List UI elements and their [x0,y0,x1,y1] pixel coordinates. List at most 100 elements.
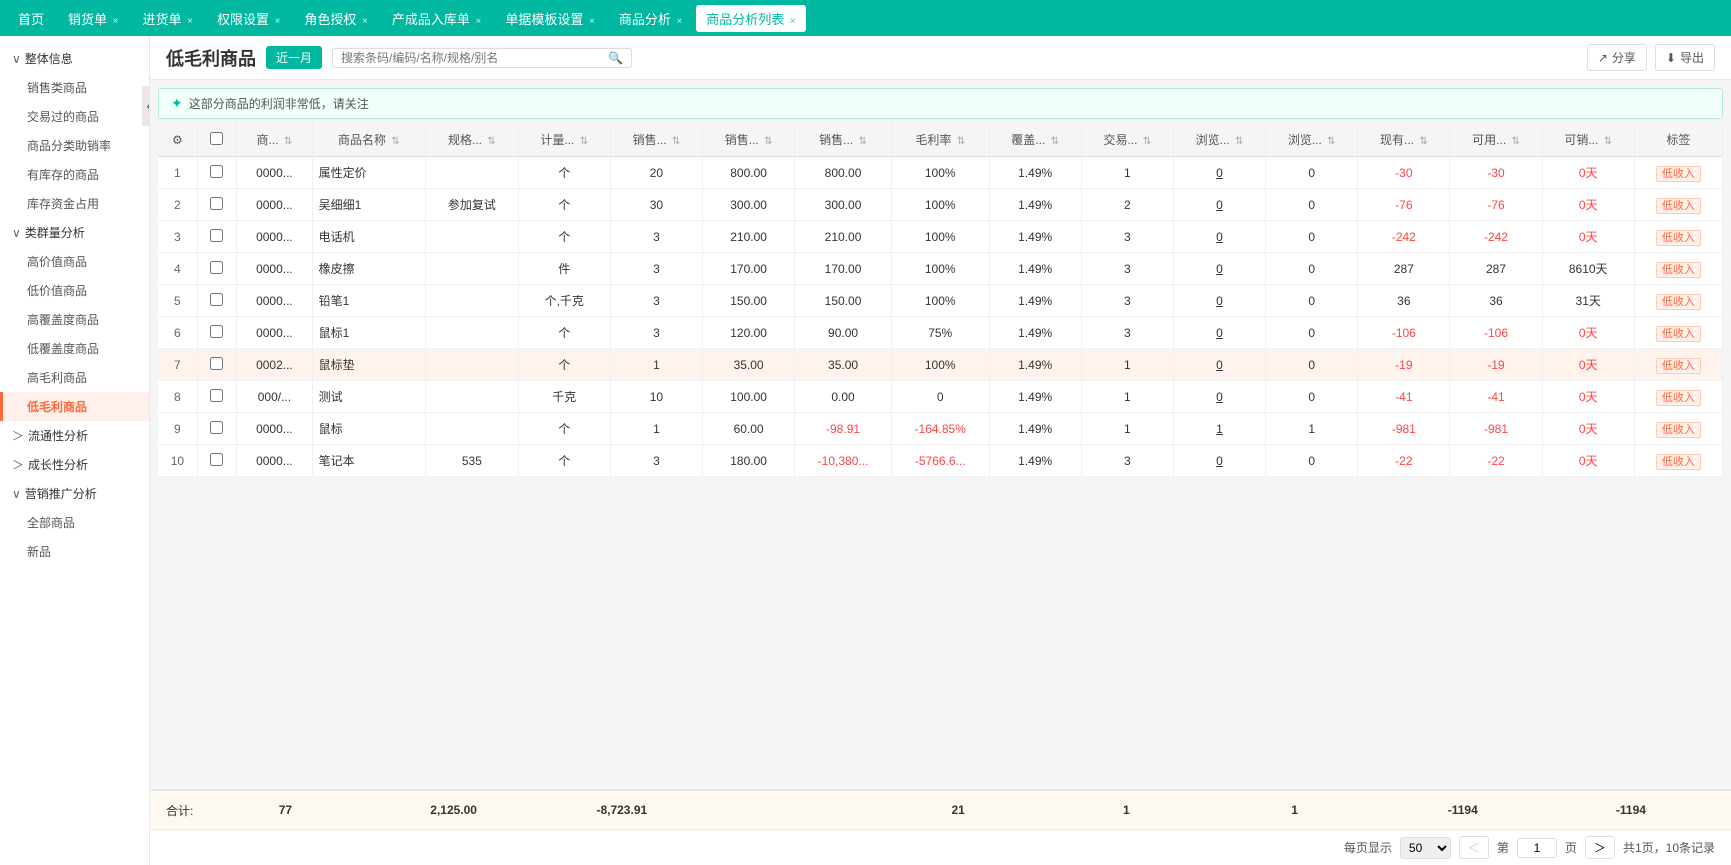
search-input[interactable] [341,51,608,65]
cell-name[interactable]: 属性定价 [312,157,425,189]
close-icon[interactable]: × [676,16,682,27]
cell-name[interactable]: 测试 [312,381,425,413]
share-button[interactable]: ↗ 分享 [1587,44,1647,71]
row-checkbox[interactable] [210,453,223,466]
cell-name[interactable]: 鼠标垫 [312,349,425,381]
col-sales-qty[interactable]: 销售... ⇅ [610,123,702,157]
col-sellable[interactable]: 可销... ⇅ [1542,123,1634,157]
nav-item-roles[interactable]: 角色授权 × [294,5,377,32]
cell-view1[interactable]: 0 [1173,445,1265,477]
cell-view1[interactable]: 0 [1173,253,1265,285]
cell-view1[interactable]: 0 [1173,317,1265,349]
sidebar-item-all-goods[interactable]: 全部商品 [0,508,149,537]
nav-item-analysis[interactable]: 商品分析 × [609,5,692,32]
sidebar-item-high-value[interactable]: 高价值商品 [0,247,149,276]
nav-item-products[interactable]: 产成品入库单 × [382,5,491,32]
close-icon[interactable]: × [187,16,193,27]
cell-name[interactable]: 鼠标1 [312,317,425,349]
cell-checkbox[interactable] [197,317,236,349]
col-sales-price[interactable]: 销售... ⇅ [703,123,795,157]
row-checkbox[interactable] [210,261,223,274]
cell-name[interactable]: 吴细细1 [312,189,425,221]
row-checkbox[interactable] [210,421,223,434]
sidebar-group-cluster[interactable]: ∨ 类群量分析 [0,218,149,247]
cell-checkbox[interactable] [197,157,236,189]
col-trade[interactable]: 交易... ⇅ [1081,123,1173,157]
page-number-input[interactable] [1517,838,1557,858]
close-icon[interactable]: × [362,16,368,27]
nav-item-purchase[interactable]: 进货单 × [132,5,202,32]
col-code[interactable]: 商... ⇅ [237,123,312,157]
col-gross-rate[interactable]: 毛利率 ⇅ [891,123,989,157]
sidebar-group-growth[interactable]: ＞ 成长性分析 [0,450,149,479]
cell-checkbox[interactable] [197,381,236,413]
sidebar-item-category-assist[interactable]: 商品分类助销率 [0,131,149,160]
col-view1[interactable]: 浏览... ⇅ [1173,123,1265,157]
close-icon[interactable]: × [113,16,119,27]
row-checkbox[interactable] [210,325,223,338]
sidebar-item-low-value[interactable]: 低价值商品 [0,276,149,305]
page-size-select[interactable]: 50 100 200 [1400,837,1451,859]
cell-view1[interactable]: 0 [1173,221,1265,253]
date-filter-button[interactable]: 近一月 [266,46,322,69]
row-checkbox[interactable] [210,229,223,242]
sidebar-item-traded-goods[interactable]: 交易过的商品 [0,102,149,131]
cell-checkbox[interactable] [197,445,236,477]
cell-view1[interactable]: 0 [1173,285,1265,317]
sidebar-group-circulation[interactable]: ＞ 流通性分析 [0,421,149,450]
next-page-button[interactable]: ＞ [1585,836,1615,859]
close-icon[interactable]: × [589,16,595,27]
close-icon[interactable]: × [275,16,281,27]
select-all-checkbox[interactable] [210,132,223,145]
col-spec[interactable]: 规格... ⇅ [426,123,519,157]
nav-item-sales[interactable]: 销货单 × [58,5,128,32]
cell-checkbox[interactable] [197,285,236,317]
col-view2[interactable]: 浏览... ⇅ [1266,123,1358,157]
search-icon[interactable]: 🔍 [608,51,623,65]
cell-name[interactable]: 笔记本 [312,445,425,477]
nav-item-templates[interactable]: 单据模板设置 × [495,5,604,32]
col-unit[interactable]: 计量... ⇅ [518,123,610,157]
close-icon[interactable]: × [476,16,482,27]
nav-item-analysis-list[interactable]: 商品分析列表 × [696,5,805,32]
cell-checkbox[interactable] [197,189,236,221]
row-checkbox[interactable] [210,357,223,370]
sidebar-group-marketing[interactable]: ∨ 营销推广分析 [0,479,149,508]
row-checkbox[interactable] [210,165,223,178]
cell-checkbox[interactable] [197,413,236,445]
sidebar-item-high-coverage[interactable]: 高覆盖度商品 [0,305,149,334]
col-sales-amount[interactable]: 销售... ⇅ [795,123,892,157]
row-checkbox[interactable] [210,197,223,210]
cell-view1[interactable]: 0 [1173,157,1265,189]
sidebar-group-overall[interactable]: ∨ 整体信息 [0,44,149,73]
nav-item-home[interactable]: 首页 [8,5,54,32]
sidebar-item-new-goods[interactable]: 新品 [0,537,149,566]
col-coverage[interactable]: 覆盖... ⇅ [989,123,1081,157]
sidebar-item-low-coverage[interactable]: 低覆盖度商品 [0,334,149,363]
cell-view1[interactable]: 0 [1173,189,1265,221]
col-tag[interactable]: 标签 [1634,123,1722,157]
close-icon[interactable]: × [790,16,796,27]
sidebar-item-inventory-goods[interactable]: 有库存的商品 [0,160,149,189]
nav-item-permissions[interactable]: 权限设置 × [207,5,290,32]
col-settings[interactable]: ⚙ [158,123,197,157]
prev-page-button[interactable]: ＜ [1459,836,1489,859]
cell-view1[interactable]: 0 [1173,381,1265,413]
sidebar-collapse-button[interactable]: « [142,86,150,126]
row-checkbox[interactable] [210,293,223,306]
cell-name[interactable]: 橡皮擦 [312,253,425,285]
col-name[interactable]: 商品名称 ⇅ [312,123,425,157]
cell-checkbox[interactable] [197,221,236,253]
cell-view1[interactable]: 1 [1173,413,1265,445]
cell-name[interactable]: 铅笔1 [312,285,425,317]
col-available[interactable]: 可用... ⇅ [1450,123,1542,157]
row-checkbox[interactable] [210,389,223,402]
sidebar-item-sales-goods[interactable]: 销售类商品 [0,73,149,102]
cell-view1[interactable]: 0 [1173,349,1265,381]
cell-checkbox[interactable] [197,349,236,381]
sidebar-item-low-margin[interactable]: 低毛利商品 [0,392,149,421]
cell-checkbox[interactable] [197,253,236,285]
cell-name[interactable]: 电话机 [312,221,425,253]
col-current[interactable]: 现有... ⇅ [1358,123,1450,157]
sidebar-item-high-margin[interactable]: 高毛利商品 [0,363,149,392]
